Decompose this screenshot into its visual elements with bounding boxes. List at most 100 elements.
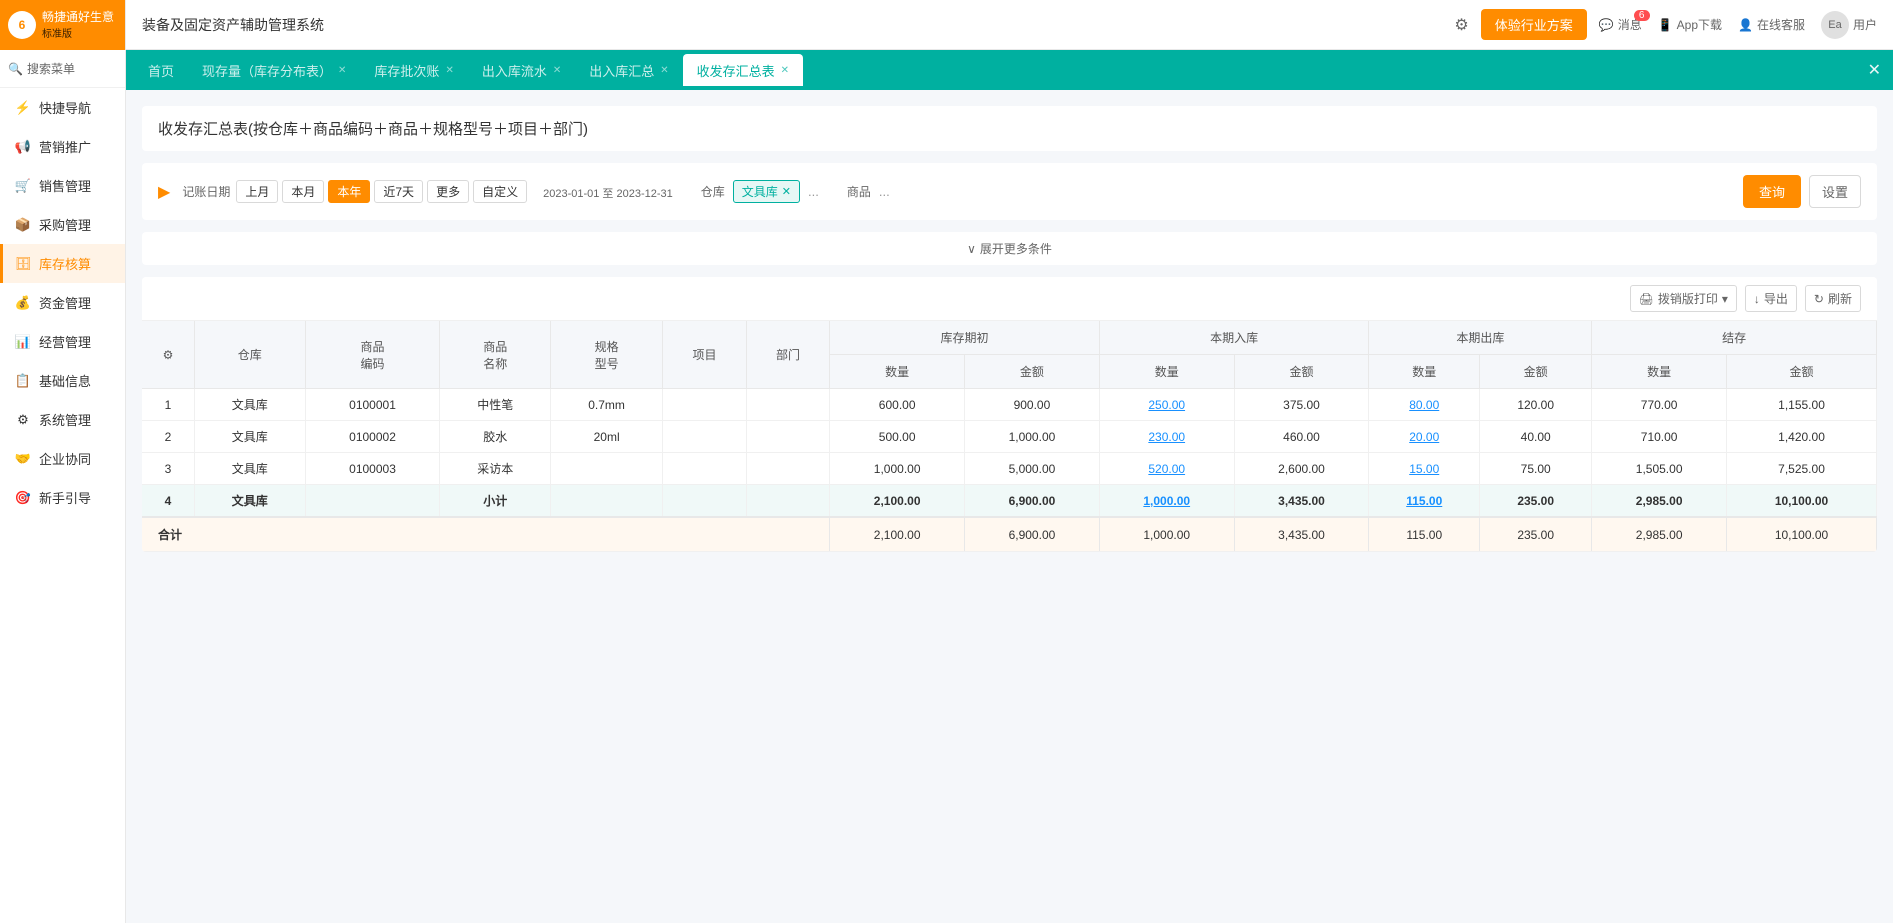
out-qty-link[interactable]: 115.00 (1406, 494, 1442, 508)
sidebar-item-purchase[interactable]: 📦 采购管理 (0, 205, 125, 244)
table-cell-opening-amt: 900.00 (965, 389, 1100, 421)
warehouse-tag-close[interactable]: ✕ (782, 185, 791, 198)
export-btn[interactable]: ↓ 导出 (1745, 285, 1797, 312)
filter-settings-btn[interactable]: 设置 (1809, 175, 1861, 208)
th-opening-group: 库存期初 (830, 321, 1100, 355)
sidebar-item-label: 销售管理 (39, 176, 91, 195)
warehouse-filter-ellipsis[interactable]: ... (808, 184, 819, 199)
table-cell-opening-amt: 6,900.00 (965, 485, 1100, 518)
table-cell-out-qty: 20.00 (1369, 421, 1480, 453)
tab-inventory-dist[interactable]: 现存量（库存分布表） ✕ (188, 54, 360, 86)
tab-in-out-flow-close[interactable]: ✕ (553, 65, 561, 76)
table-container: 🖨 拨销版打印 ▾ ↓ 导出 ↻ 刷新 (142, 277, 1877, 552)
online-service-label: 在线客服 (1757, 16, 1805, 33)
sidebar-search[interactable]: 🔍 搜索菜单 (0, 50, 125, 88)
date-btn-more[interactable]: 更多 (427, 180, 469, 203)
print-label: 拨销版打印 (1658, 290, 1718, 307)
search-icon: 🔍 (8, 62, 23, 76)
sidebar-item-label: 采购管理 (39, 215, 91, 234)
table-cell-opening-qty: 2,100.00 (830, 485, 965, 518)
table-cell-no: 1 (142, 389, 195, 421)
table-cell-in-qty: 520.00 (1099, 453, 1234, 485)
table-cell-warehouse: 文具库 (195, 453, 306, 485)
date-range-display: 2023-01-01 至 2023-12-31 (543, 185, 673, 201)
filter-bar: ▶ 记账日期 上月 本月 本年 近7天 更多 自定义 2023-01-01 至 … (142, 163, 1877, 220)
sidebar-item-basic[interactable]: 📋 基础信息 (0, 361, 125, 400)
tab-in-out-summary[interactable]: 出入库汇总 ✕ (575, 54, 682, 86)
th-dept: 部门 (746, 321, 830, 389)
table-cell-project (663, 421, 747, 453)
in-qty-link[interactable]: 1,000.00 (1143, 494, 1190, 508)
tab-receive-send[interactable]: 收发存汇总表 ✕ (683, 54, 803, 86)
in-qty-link[interactable]: 520.00 (1148, 462, 1185, 476)
trial-btn[interactable]: 体验行业方案 (1481, 9, 1587, 40)
th-in-group: 本期入库 (1099, 321, 1369, 355)
tab-batch-ledger[interactable]: 库存批次账 ✕ (360, 54, 467, 86)
sidebar-item-label: 新手引导 (39, 488, 91, 507)
topbar-right: 💬 消息 6 📱 App下载 👤 在线客服 Ea 用户 (1599, 11, 1877, 39)
th-opening-qty: 数量 (830, 355, 965, 389)
settings-icon[interactable]: ⚙ (1454, 15, 1468, 35)
tab-batch-ledger-close[interactable]: ✕ (445, 65, 453, 76)
th-closing-group: 结存 (1592, 321, 1877, 355)
sidebar-item-marketing[interactable]: 📢 营销推广 (0, 127, 125, 166)
page-title: 收发存汇总表(按仓库＋商品编码＋商品＋规格型号＋项目＋部门) (158, 121, 588, 138)
sidebar-item-quick-nav[interactable]: ⚡ 快捷导航 (0, 88, 125, 127)
user-label: 用户 (1853, 16, 1877, 33)
table-cell-warehouse: 文具库 (195, 485, 306, 518)
table-toolbar: 🖨 拨销版打印 ▾ ↓ 导出 ↻ 刷新 (142, 277, 1877, 321)
out-qty-link[interactable]: 20.00 (1409, 430, 1439, 444)
out-qty-link[interactable]: 15.00 (1409, 462, 1439, 476)
expand-more-btn[interactable]: ∨ 展开更多条件 (967, 240, 1052, 257)
out-qty-link[interactable]: 80.00 (1409, 398, 1439, 412)
tab-receive-send-close[interactable]: ✕ (781, 65, 789, 76)
guide-icon: 🎯 (15, 490, 31, 506)
sidebar-item-system[interactable]: ⚙ 系统管理 (0, 400, 125, 439)
tab-in-out-summary-close[interactable]: ✕ (660, 65, 668, 76)
in-qty-link[interactable]: 250.00 (1148, 398, 1185, 412)
sidebar-item-collab[interactable]: 🤝 企业协同 (0, 439, 125, 478)
tab-in-out-flow[interactable]: 出入库流水 ✕ (468, 54, 575, 86)
warehouse-tag[interactable]: 文具库 ✕ (733, 180, 800, 203)
table-cell-dept (746, 389, 830, 421)
sales-icon: 🛒 (15, 178, 31, 194)
refresh-btn[interactable]: ↻ 刷新 (1805, 285, 1861, 312)
query-btn[interactable]: 查询 (1743, 175, 1801, 208)
table-cell-closing-qty: 2,985.00 (1592, 485, 1727, 518)
table-cell-opening-amt: 5,000.00 (965, 453, 1100, 485)
tab-home[interactable]: 首页 (134, 54, 188, 86)
date-btn-custom[interactable]: 自定义 (473, 180, 527, 203)
message-btn[interactable]: 💬 消息 6 (1599, 16, 1642, 33)
sidebar-item-sales[interactable]: 🛒 销售管理 (0, 166, 125, 205)
sidebar-item-operations[interactable]: 📊 经营管理 (0, 322, 125, 361)
table-cell-warehouse: 文具库 (195, 421, 306, 453)
sidebar-item-guide[interactable]: 🎯 新手引导 (0, 478, 125, 517)
date-btn-7days[interactable]: 近7天 (374, 180, 423, 203)
user-menu[interactable]: Ea 用户 (1821, 11, 1877, 39)
date-btn-last-month[interactable]: 上月 (236, 180, 278, 203)
table-cell-spec (551, 485, 663, 518)
tab-inventory-dist-close[interactable]: ✕ (338, 65, 346, 76)
sidebar-item-finance[interactable]: 💰 资金管理 (0, 283, 125, 322)
logo-sub: 标准版 (42, 25, 114, 40)
online-service-btn[interactable]: 👤 在线客服 (1738, 16, 1805, 33)
date-btn-this-year[interactable]: 本年 (328, 180, 370, 203)
th-settings[interactable]: ⚙ (142, 321, 195, 389)
page-title-bar: 收发存汇总表(按仓库＋商品编码＋商品＋规格型号＋项目＋部门) (142, 106, 1877, 151)
sidebar-item-label: 快捷导航 (39, 98, 91, 117)
print-btn[interactable]: 🖨 拨销版打印 ▾ (1630, 285, 1737, 312)
close-all-tabs[interactable]: ✕ (1864, 56, 1885, 84)
th-spec: 规格型号 (551, 321, 663, 389)
topbar: 装备及固定资产辅助管理系统 ⚙ 体验行业方案 💬 消息 6 📱 App下载 👤 … (126, 0, 1893, 50)
filter-expand-arrow[interactable]: ▶ (158, 182, 170, 202)
in-qty-link[interactable]: 230.00 (1148, 430, 1185, 444)
table-cell-code: 0100001 (305, 389, 440, 421)
system-icon: ⚙ (15, 412, 31, 428)
collab-icon: 🤝 (15, 451, 31, 467)
sidebar-item-inventory[interactable]: 🗄 库存核算 (0, 244, 125, 283)
app-download-btn[interactable]: 📱 App下载 (1658, 16, 1722, 33)
footer-out-amt: 235.00 (1480, 517, 1592, 552)
date-btn-this-month[interactable]: 本月 (282, 180, 324, 203)
message-badge: 6 (1634, 10, 1650, 21)
goods-filter-ellipsis[interactable]: ... (879, 184, 890, 199)
